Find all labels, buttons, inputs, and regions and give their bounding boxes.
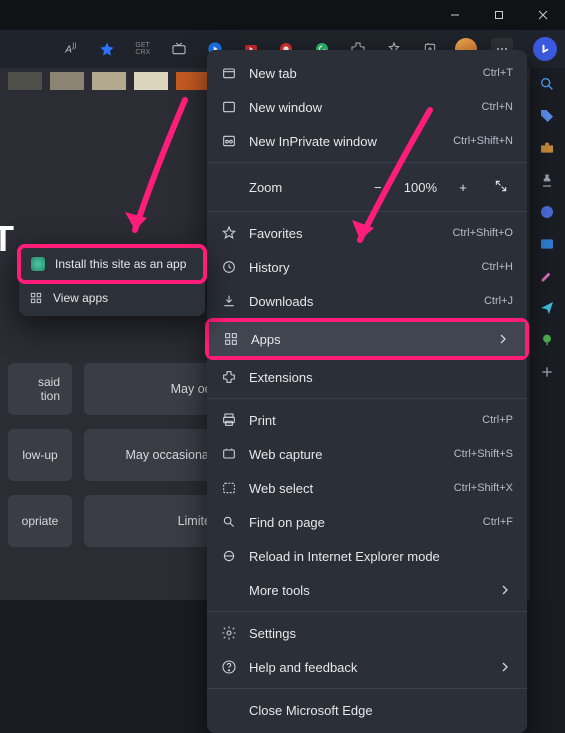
chevron-right-icon [497,582,513,598]
shortcut: Ctrl+Shift+O [452,227,513,239]
menu-close-edge[interactable]: Close Microsoft Edge [207,693,527,727]
menu-label: Apps [251,332,483,347]
menu-separator [207,688,527,689]
window-close-button[interactable] [521,0,565,30]
swatch[interactable] [176,72,210,90]
submenu-view-apps[interactable]: View apps [19,282,205,314]
menu-reload-ie[interactable]: Reload in Internet Explorer mode [207,539,527,573]
window-minimize-button[interactable] [433,0,477,30]
menu-settings[interactable]: Settings [207,616,527,650]
search-icon[interactable] [539,76,557,94]
select-icon [221,480,237,496]
inprivate-icon [221,133,237,149]
apps-highlight: Apps [205,318,529,360]
menu-separator [207,398,527,399]
edge-sidebar [531,68,565,600]
apps-grid-icon [223,331,239,347]
briefcase-icon[interactable] [539,140,557,158]
tree-icon[interactable] [539,332,557,350]
print-icon [221,412,237,428]
annotation-arrow [340,100,460,265]
swatch[interactable] [134,72,168,90]
shortcut: Ctrl+J [484,295,513,307]
example-fragment[interactable]: said tion [8,363,72,415]
menu-label: Extensions [249,370,513,385]
tag-icon[interactable] [539,108,557,126]
menu-label: Print [249,413,470,428]
globe-icon[interactable] [539,204,557,222]
menu-apps[interactable]: Apps [209,322,525,356]
shortcut: Ctrl+T [483,67,513,79]
submenu-label: Install this site as an app [55,257,193,271]
shortcut: Ctrl+Shift+S [454,448,513,460]
blank-icon [221,702,237,718]
bing-button[interactable] [533,37,557,61]
menu-new-tab[interactable]: New tab Ctrl+T [207,56,527,90]
submenu-label: View apps [53,291,195,305]
history-icon [221,259,237,275]
send-icon[interactable] [539,300,557,318]
new-tab-icon [221,65,237,81]
help-icon [221,659,237,675]
menu-label: Find on page [249,515,471,530]
menu-web-select[interactable]: Web select Ctrl+Shift+X [207,471,527,505]
puzzle-icon [221,369,237,385]
example-fragment[interactable]: opriate [8,495,72,547]
swatch[interactable] [50,72,84,90]
menu-help[interactable]: Help and feedback [207,650,527,684]
shortcut: Ctrl+H [482,261,513,273]
chevron-right-icon [497,659,513,675]
zoom-label: Zoom [249,180,352,195]
gear-icon [221,625,237,641]
menu-more-tools[interactable]: More tools [207,573,527,607]
shortcut: Ctrl+Shift+X [454,482,513,494]
fullscreen-button[interactable] [489,179,513,196]
new-window-icon [221,99,237,115]
annotation-arrow [115,90,215,255]
get-crx-icon[interactable]: GETCRX [132,38,154,60]
window-titlebar [0,0,565,30]
menu-print[interactable]: Print Ctrl+P [207,403,527,437]
menu-label: Downloads [249,294,472,309]
tv-icon[interactable] [168,38,190,60]
blank-icon [221,582,237,598]
add-icon[interactable] [539,364,557,382]
chess-icon[interactable] [539,172,557,190]
menu-label: Reload in Internet Explorer mode [249,549,513,564]
outlook-icon[interactable] [539,236,557,254]
menu-extensions[interactable]: Extensions [207,360,527,394]
read-aloud-icon[interactable]: A)) [60,38,82,60]
find-icon [221,514,237,530]
shortcut: Ctrl+P [482,414,513,426]
shortcut: Ctrl+Shift+N [453,135,513,147]
download-icon [221,293,237,309]
menu-label: Web select [249,481,442,496]
star-icon [221,225,237,241]
example-fragment[interactable]: low-up [8,429,72,481]
menu-downloads[interactable]: Downloads Ctrl+J [207,284,527,318]
menu-label: More tools [249,583,485,598]
swatch[interactable] [92,72,126,90]
capture-icon [221,446,237,462]
menu-web-capture[interactable]: Web capture Ctrl+Shift+S [207,437,527,471]
menu-label: Web capture [249,447,442,462]
page-title-fragment: T [0,218,14,260]
shortcut: Ctrl+F [483,516,513,528]
window-maximize-button[interactable] [477,0,521,30]
edit-icon[interactable] [539,268,557,286]
menu-label: Settings [249,626,513,641]
apps-grid-icon [29,291,43,305]
menu-separator [207,611,527,612]
swatch[interactable] [8,72,42,90]
favorites-star-icon[interactable] [96,38,118,60]
shortcut: Ctrl+N [482,101,513,113]
menu-find[interactable]: Find on page Ctrl+F [207,505,527,539]
site-app-icon [31,257,45,271]
menu-label: New tab [249,66,471,81]
menu-label: Close Microsoft Edge [249,703,513,718]
chevron-right-icon [495,331,511,347]
menu-label: Help and feedback [249,660,485,675]
ie-icon [221,548,237,564]
